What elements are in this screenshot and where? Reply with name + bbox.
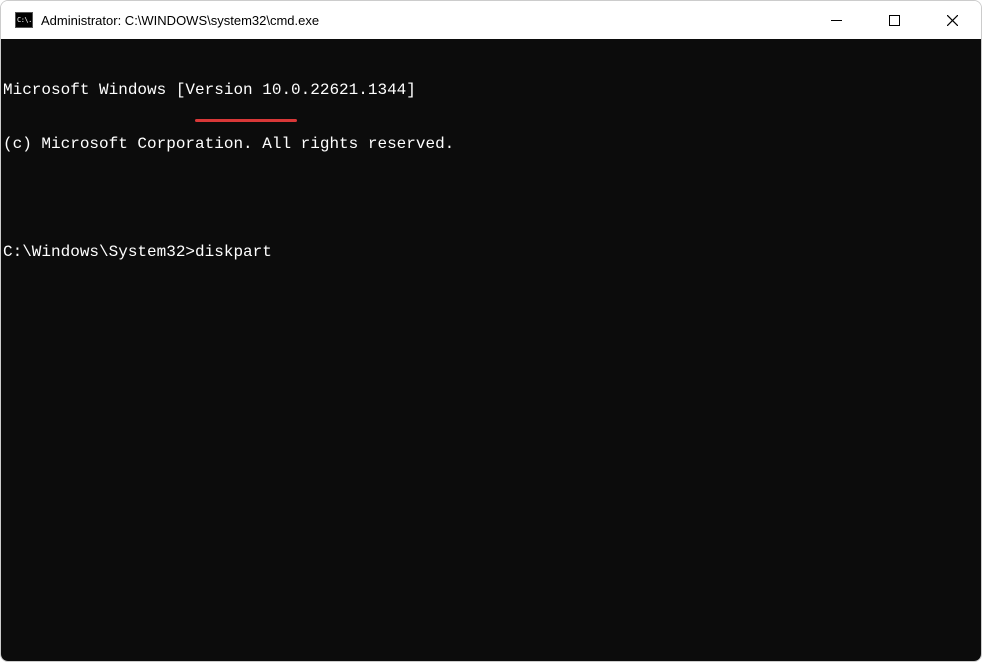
annotation-underline [195, 119, 297, 122]
maximize-icon [889, 15, 900, 26]
version-line: Microsoft Windows [Version 10.0.22621.13… [3, 81, 979, 99]
prompt-line: C:\Windows\System32>diskpart [3, 243, 979, 261]
minimize-button[interactable] [807, 1, 865, 39]
titlebar[interactable]: C:\. Administrator: C:\WINDOWS\system32\… [1, 1, 981, 39]
maximize-button[interactable] [865, 1, 923, 39]
window-title: Administrator: C:\WINDOWS\system32\cmd.e… [41, 13, 807, 28]
cmd-window: C:\. Administrator: C:\WINDOWS\system32\… [0, 0, 982, 662]
minimize-icon [831, 15, 842, 26]
blank-line [3, 189, 979, 207]
cmd-icon: C:\. [15, 12, 33, 28]
command-text: diskpart [195, 243, 272, 261]
close-icon [947, 15, 958, 26]
close-button[interactable] [923, 1, 981, 39]
window-controls [807, 1, 981, 39]
copyright-line: (c) Microsoft Corporation. All rights re… [3, 135, 979, 153]
terminal-area[interactable]: Microsoft Windows [Version 10.0.22621.13… [1, 39, 981, 661]
prompt-text: C:\Windows\System32> [3, 243, 195, 261]
cmd-icon-text: C:\. [17, 16, 32, 24]
